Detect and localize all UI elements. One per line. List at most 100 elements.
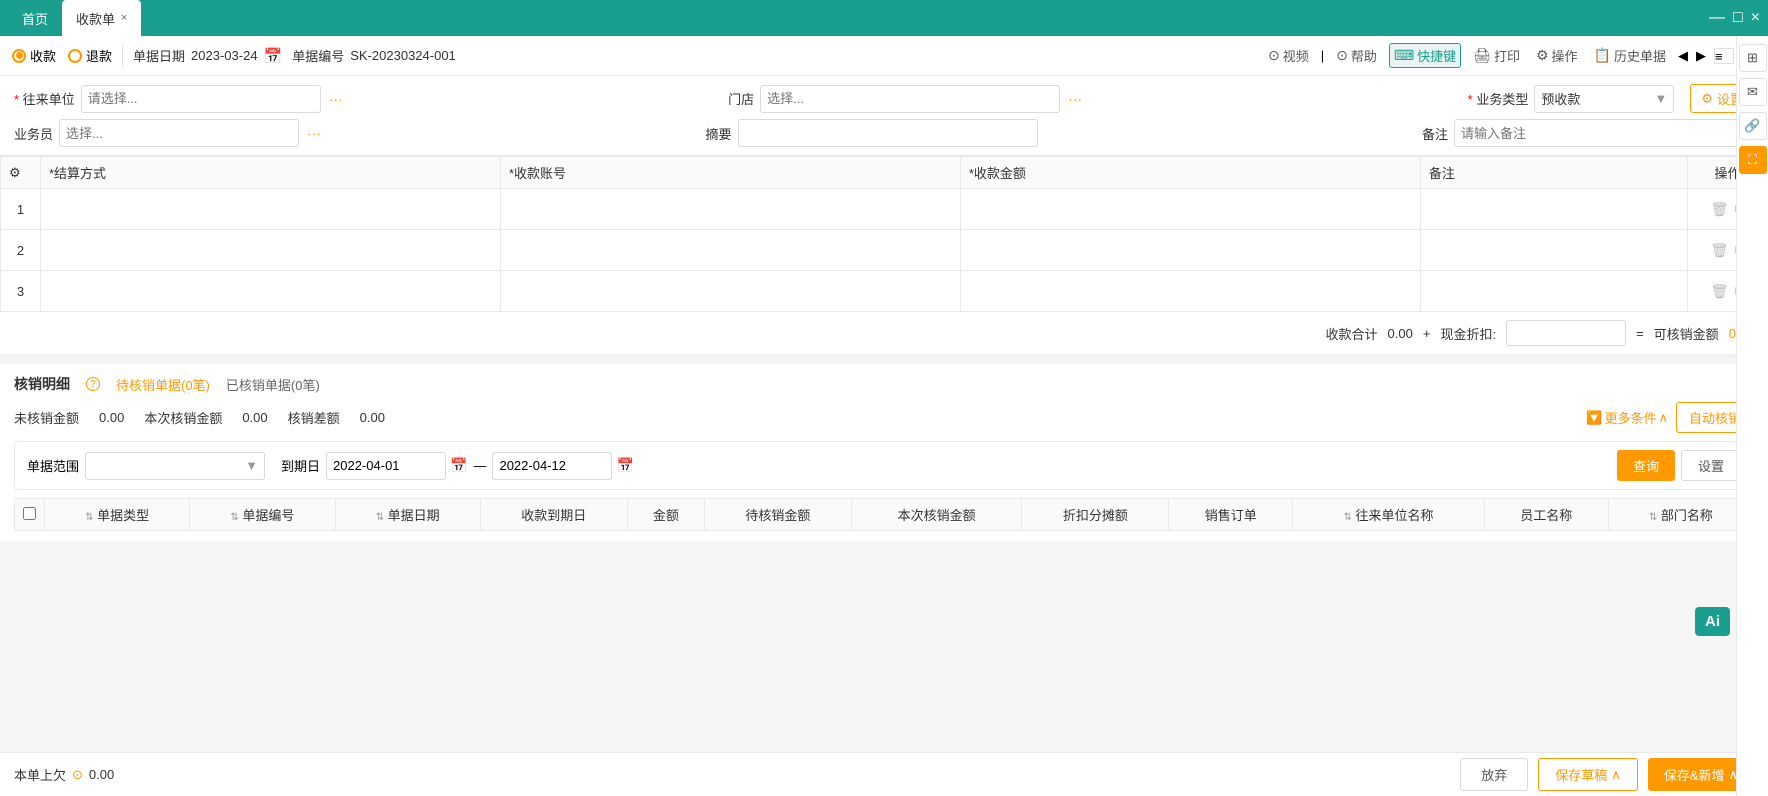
row1-settlement[interactable]	[41, 189, 501, 230]
operation-btn[interactable]: ⚙ 操作	[1532, 44, 1582, 67]
help-btn[interactable]: ⊙ 帮助	[1332, 44, 1381, 67]
remark-input[interactable]	[1454, 119, 1754, 147]
tab-receipt[interactable]: 收款单 ×	[62, 0, 141, 36]
shortcut-btn[interactable]: ⌨ 快捷键	[1389, 43, 1461, 68]
form-area: 往来单位 ··· 门店 ··· 业务类型 预收款 ▼ ⚙ 设置 业务员 ···	[0, 76, 1768, 156]
filter-settings-button[interactable]: 设置	[1681, 450, 1741, 481]
date-to-input[interactable]	[492, 452, 612, 480]
salesperson-more-btn[interactable]: ···	[307, 125, 321, 141]
business-type-value: 预收款	[1541, 89, 1580, 108]
remark-field: 备注	[1422, 119, 1754, 147]
amount-label: 本单上欠	[14, 765, 66, 784]
calendar-from-icon[interactable]: 📅	[450, 457, 467, 474]
toolbar-right: ⊙ 视频 | ⊙ 帮助 ⌨ 快捷键 🖨 打印 ⚙ 操作 📋 历史单据 ◀ ▶ ≡…	[1264, 43, 1756, 68]
sidebar-expand-icon-btn[interactable]: ⛶	[1739, 146, 1767, 174]
row1-remark[interactable]	[1420, 189, 1687, 230]
verify-info-icon[interactable]: ?	[86, 377, 100, 391]
due-date-to: 📅	[492, 452, 633, 480]
radio-receipt-dot	[12, 49, 26, 63]
footer-buttons: 放弃 保存草稿 ∧ 保存&新增 ∧	[1460, 758, 1754, 791]
row2-account[interactable]	[500, 230, 960, 271]
footer: 本单上欠 ⊙ 0.00 放弃 保存草稿 ∧ 保存&新增 ∧	[0, 752, 1768, 796]
nav-next-icon[interactable]: ▶	[1696, 48, 1706, 64]
done-tab[interactable]: 已核销单据(0笔)	[226, 375, 320, 394]
row3-remark[interactable]	[1420, 271, 1687, 312]
operation-icon: ⚙	[1536, 47, 1549, 64]
help-label: 帮助	[1351, 46, 1377, 65]
row2-amount[interactable]	[960, 230, 1420, 271]
range-select[interactable]: ▼	[85, 452, 265, 480]
counterpart-more-btn[interactable]: ···	[329, 91, 343, 107]
row3-delete-icon[interactable]: 🗑	[1711, 283, 1729, 300]
operation-label: 操作	[1552, 46, 1578, 65]
tab-receipt-close[interactable]: ×	[121, 12, 127, 24]
radio-refund[interactable]: 退款	[68, 46, 112, 65]
minimize-btn[interactable]: —	[1709, 9, 1725, 27]
table-row: 3 🗑 ⧉	[1, 271, 1768, 312]
discount-input[interactable]	[1506, 320, 1626, 346]
store-more-btn[interactable]: ···	[1068, 91, 1082, 107]
calendar-to-icon[interactable]: 📅	[616, 457, 633, 474]
filter-row: 单据范围 ▼ 到期日 📅 — 📅 查询 设置	[14, 441, 1754, 490]
store-input[interactable]	[760, 85, 1060, 113]
maximize-btn[interactable]: □	[1733, 9, 1743, 27]
amount-info-icon[interactable]: ⊙	[72, 767, 83, 783]
row1-amount[interactable]	[960, 189, 1420, 230]
query-button[interactable]: 查询	[1617, 450, 1675, 481]
table-settings-header[interactable]: ⚙	[1, 157, 41, 189]
salesperson-field: 业务员 ···	[14, 119, 321, 147]
history-btn[interactable]: 📋 历史单据	[1590, 44, 1670, 67]
sidebar-email-icon-btn[interactable]: ✉	[1739, 78, 1767, 106]
grid-icon-list[interactable]: ≡	[1714, 48, 1734, 64]
close-btn[interactable]: ×	[1751, 9, 1760, 27]
help-icon: ⊙	[1336, 47, 1348, 64]
more-conditions-label: 更多条件	[1604, 408, 1656, 427]
table-row: 1 🗑 ⧉	[1, 189, 1768, 230]
video-btn[interactable]: ⊙ 视频	[1264, 44, 1313, 67]
row3-amount[interactable]	[960, 271, 1420, 312]
equals-sign: =	[1636, 326, 1644, 341]
more-conditions-btn[interactable]: 🔽 更多条件 ∧	[1586, 408, 1668, 427]
chevron-up-icon: ∧	[1658, 410, 1668, 426]
nav-prev-icon[interactable]: ◀	[1678, 48, 1688, 64]
verify-header: 核销明细 ? 待核销单据(0笔) 已核销单据(0笔)	[14, 374, 1754, 394]
verify-actions: 🔽 更多条件 ∧ 自动核销	[1586, 402, 1754, 433]
pending-tab[interactable]: 待核销单据(0笔)	[116, 375, 210, 394]
print-btn[interactable]: 🖨 打印	[1469, 44, 1524, 67]
plus-sign: +	[1423, 326, 1431, 341]
radio-receipt[interactable]: 收款	[12, 46, 56, 65]
sidebar-table-icon-btn[interactable]: ⊞	[1739, 44, 1767, 72]
tab-home[interactable]: 首页	[8, 0, 62, 36]
row1-account[interactable]	[500, 189, 960, 230]
row3-account[interactable]	[500, 271, 960, 312]
date-from-input[interactable]	[326, 452, 446, 480]
save-draft-button[interactable]: 保存草稿 ∧	[1538, 758, 1638, 791]
radio-receipt-label: 收款	[30, 46, 56, 65]
row2-remark[interactable]	[1420, 230, 1687, 271]
row2-settlement[interactable]	[41, 230, 501, 271]
business-type-field: 业务类型 预收款 ▼	[1468, 85, 1675, 113]
remark-label: 备注	[1422, 124, 1448, 143]
salesperson-input[interactable]	[59, 119, 299, 147]
col-pending-amount: 待核销金额	[704, 499, 851, 531]
sidebar-link-icon-btn[interactable]: 🔗	[1739, 112, 1767, 140]
counterpart-label: 往来单位	[14, 89, 75, 108]
date-calendar-icon[interactable]: 📅	[264, 47, 283, 65]
save-draft-arrow-icon: ∧	[1611, 767, 1621, 783]
row1-delete-icon[interactable]: 🗑	[1711, 201, 1729, 218]
row3-settlement[interactable]	[41, 271, 501, 312]
expand-icon: ⛶	[1748, 152, 1757, 168]
abstract-input[interactable]	[738, 119, 1038, 147]
select-all-checkbox[interactable]	[23, 507, 36, 520]
col-settlement: *结算方式	[41, 157, 501, 189]
abandon-button[interactable]: 放弃	[1460, 758, 1528, 791]
counterpart-input[interactable]	[81, 85, 321, 113]
row2-delete-icon[interactable]: 🗑	[1711, 242, 1729, 259]
abstract-field: 摘要	[706, 119, 1038, 147]
diff-label: 核销差额	[288, 408, 340, 427]
ai-badge[interactable]: Ai	[1695, 607, 1730, 636]
video-label: 视频	[1283, 46, 1309, 65]
radio-refund-label: 退款	[86, 46, 112, 65]
link-icon: 🔗	[1744, 118, 1760, 134]
business-type-select[interactable]: 预收款 ▼	[1534, 85, 1674, 113]
